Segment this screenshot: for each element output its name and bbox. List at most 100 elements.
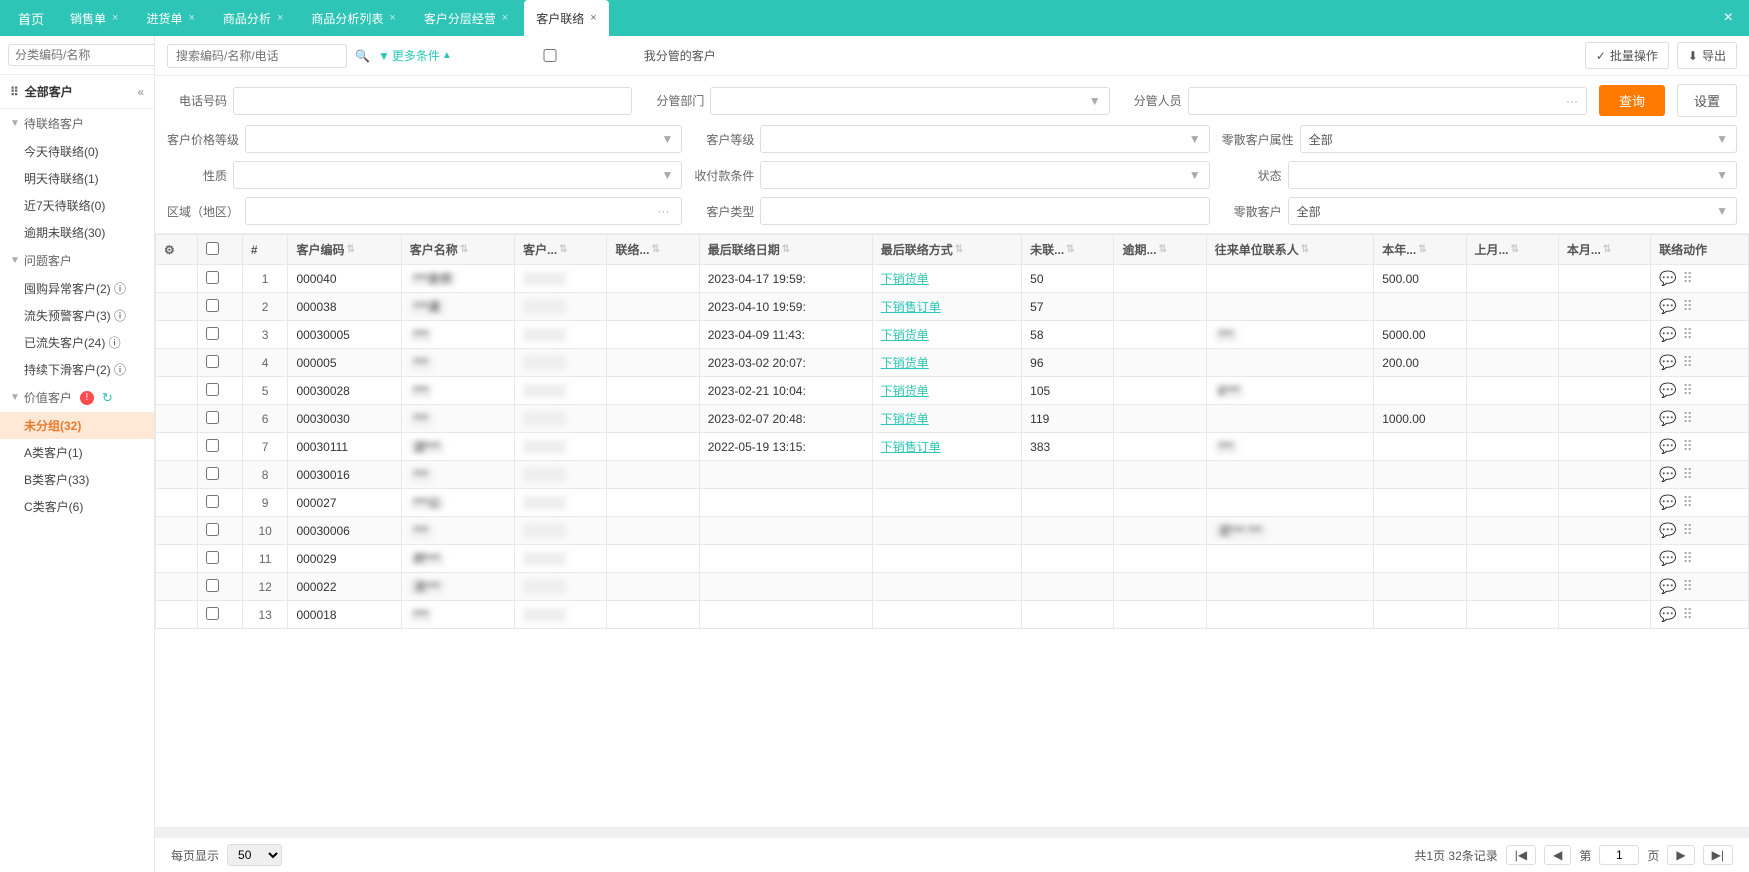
sidebar-item-today[interactable]: 今天待联络(0)	[0, 138, 154, 165]
more-action-icon[interactable]: ⠿	[1683, 606, 1693, 623]
sidebar-item-churned[interactable]: 已流失客户(24) ⓘ	[0, 329, 154, 356]
close-icon[interactable]: ×	[188, 12, 194, 24]
nature-select[interactable]: ▼	[233, 161, 682, 189]
nav-tab-customer-mgmt[interactable]: 客户分层经营 ×	[412, 0, 520, 36]
more-action-icon[interactable]: ⠿	[1683, 522, 1693, 539]
method-link[interactable]: 下销售订单	[881, 300, 941, 314]
more-action-icon[interactable]: ⠿	[1683, 466, 1693, 483]
contact-action-icon[interactable]: 💬	[1659, 298, 1676, 315]
last-date-col-header[interactable]: 最后联络日期⇅	[699, 235, 872, 265]
more-action-icon[interactable]: ⠿	[1683, 438, 1693, 455]
export-button[interactable]: ⬇ 导出	[1677, 42, 1737, 69]
row-checkbox-cell[interactable]	[197, 461, 242, 489]
contact-action-icon[interactable]: 💬	[1659, 382, 1676, 399]
method-link[interactable]: 下销货单	[881, 356, 929, 370]
row-checkbox[interactable]	[206, 383, 219, 396]
nav-tab-customer-contact[interactable]: 客户联络 ×	[524, 0, 608, 36]
close-icon[interactable]: ×	[389, 12, 395, 24]
more-action-icon[interactable]: ⠿	[1683, 410, 1693, 427]
more-action-icon[interactable]: ⠿	[1683, 494, 1693, 511]
retail-customer-select[interactable]: 全部 ▼	[1288, 197, 1737, 225]
contact-action-icon[interactable]: 💬	[1659, 578, 1676, 595]
nav-tab-analysis-list[interactable]: 商品分析列表 ×	[299, 0, 407, 36]
close-icon[interactable]: ×	[502, 12, 508, 24]
close-icon[interactable]: ×	[277, 12, 283, 24]
more-action-icon[interactable]: ⠿	[1683, 550, 1693, 567]
my-customers-checkbox[interactable]	[460, 49, 640, 62]
contact-person-col-header[interactable]: 往来单位联系人⇅	[1206, 235, 1373, 265]
more-action-icon[interactable]: ⠿	[1683, 270, 1693, 287]
row-checkbox-cell[interactable]	[197, 573, 242, 601]
nav-tab-purchase[interactable]: 进货单 ×	[134, 0, 206, 36]
overdue-col-header[interactable]: 逾期...⇅	[1114, 235, 1206, 265]
row-checkbox[interactable]	[206, 607, 219, 620]
row-checkbox[interactable]	[206, 579, 219, 592]
nav-home[interactable]: 首页	[8, 0, 54, 36]
person-select[interactable]: ···	[1188, 87, 1587, 115]
row-checkbox[interactable]	[206, 439, 219, 452]
retail-attr-select[interactable]: 全部 ▼	[1300, 125, 1737, 153]
status-select[interactable]: ▼	[1288, 161, 1737, 189]
more-icon[interactable]: ···	[653, 204, 673, 218]
refresh-icon[interactable]: ↻	[102, 390, 113, 406]
sidebar-item-abnormal[interactable]: 囤购异常客户(2) ⓘ	[0, 275, 154, 302]
contact-action-icon[interactable]: 💬	[1659, 354, 1676, 371]
customer-level-select[interactable]: ▼	[760, 125, 1209, 153]
row-checkbox[interactable]	[206, 495, 219, 508]
row-checkbox-cell[interactable]	[197, 489, 242, 517]
query-button[interactable]: 查询	[1599, 85, 1665, 116]
area-select[interactable]: ···	[245, 197, 682, 225]
horizontal-scrollbar[interactable]	[155, 827, 1749, 837]
row-checkbox[interactable]	[206, 551, 219, 564]
method-link[interactable]: 下销货单	[881, 272, 929, 286]
contact-action-icon[interactable]: 💬	[1659, 494, 1676, 511]
page-number-input[interactable]	[1599, 845, 1639, 865]
method-link[interactable]: 下销货单	[881, 384, 929, 398]
sidebar-item-overdue[interactable]: 逾期未联络(30)	[0, 219, 154, 246]
more-action-icon[interactable]: ⠿	[1683, 382, 1693, 399]
row-checkbox-cell[interactable]	[197, 293, 242, 321]
prev-page-button[interactable]: ◀	[1544, 845, 1571, 865]
sidebar-item-class-b[interactable]: B类客户(33)	[0, 466, 154, 493]
contact-action-icon[interactable]: 💬	[1659, 326, 1676, 343]
window-close-button[interactable]: ×	[1716, 9, 1741, 27]
payment-select[interactable]: ▼	[760, 161, 1209, 189]
this-year-col-header[interactable]: 本年...⇅	[1374, 235, 1466, 265]
customer-type-select[interactable]	[760, 197, 1209, 225]
settings-icon[interactable]: ⚙	[164, 243, 175, 257]
sidebar-group-problem-title[interactable]: ▼ 问题客户	[0, 246, 154, 275]
nav-tab-analysis[interactable]: 商品分析 ×	[211, 0, 295, 36]
row-checkbox[interactable]	[206, 299, 219, 312]
row-checkbox[interactable]	[206, 327, 219, 340]
name-col-header[interactable]: 客户名称⇅	[401, 235, 514, 265]
select-all-checkbox[interactable]	[206, 242, 219, 255]
row-checkbox-cell[interactable]	[197, 601, 242, 629]
row-checkbox[interactable]	[206, 467, 219, 480]
last-month-col-header[interactable]: 上月...⇅	[1466, 235, 1558, 265]
phone-input[interactable]	[233, 87, 632, 115]
sidebar-all-customers[interactable]: ⠿ 全部客户 «	[0, 75, 154, 109]
sidebar-item-ungrouped[interactable]: 未分组(32)	[0, 412, 154, 439]
more-action-icon[interactable]: ⠿	[1683, 354, 1693, 371]
row-checkbox-cell[interactable]	[197, 517, 242, 545]
collapse-icon[interactable]: «	[137, 85, 144, 99]
contact-action-icon[interactable]: 💬	[1659, 410, 1676, 427]
row-checkbox-cell[interactable]	[197, 545, 242, 573]
reset-button[interactable]: 设置	[1677, 84, 1737, 117]
contact-action-icon[interactable]: 💬	[1659, 606, 1676, 623]
sidebar-item-7days[interactable]: 近7天待联络(0)	[0, 192, 154, 219]
last-method-col-header[interactable]: 最后联络方式⇅	[872, 235, 1021, 265]
sidebar-group-pending-title[interactable]: ▼ 待联络客户	[0, 109, 154, 138]
row-checkbox-cell[interactable]	[197, 433, 242, 461]
close-icon[interactable]: ×	[112, 12, 118, 24]
this-month-col-header[interactable]: 本月...⇅	[1558, 235, 1650, 265]
method-link[interactable]: 下销货单	[881, 412, 929, 426]
contact-action-icon[interactable]: 💬	[1659, 522, 1676, 539]
row-checkbox-cell[interactable]	[197, 349, 242, 377]
code-col-header[interactable]: 客户编码⇅	[288, 235, 401, 265]
sidebar-item-churn-warning[interactable]: 流失预警客户(3) ⓘ	[0, 302, 154, 329]
row-checkbox-cell[interactable]	[197, 265, 242, 293]
row-checkbox-cell[interactable]	[197, 321, 242, 349]
dept-select[interactable]: ▼	[710, 87, 1109, 115]
row-checkbox-cell[interactable]	[197, 377, 242, 405]
